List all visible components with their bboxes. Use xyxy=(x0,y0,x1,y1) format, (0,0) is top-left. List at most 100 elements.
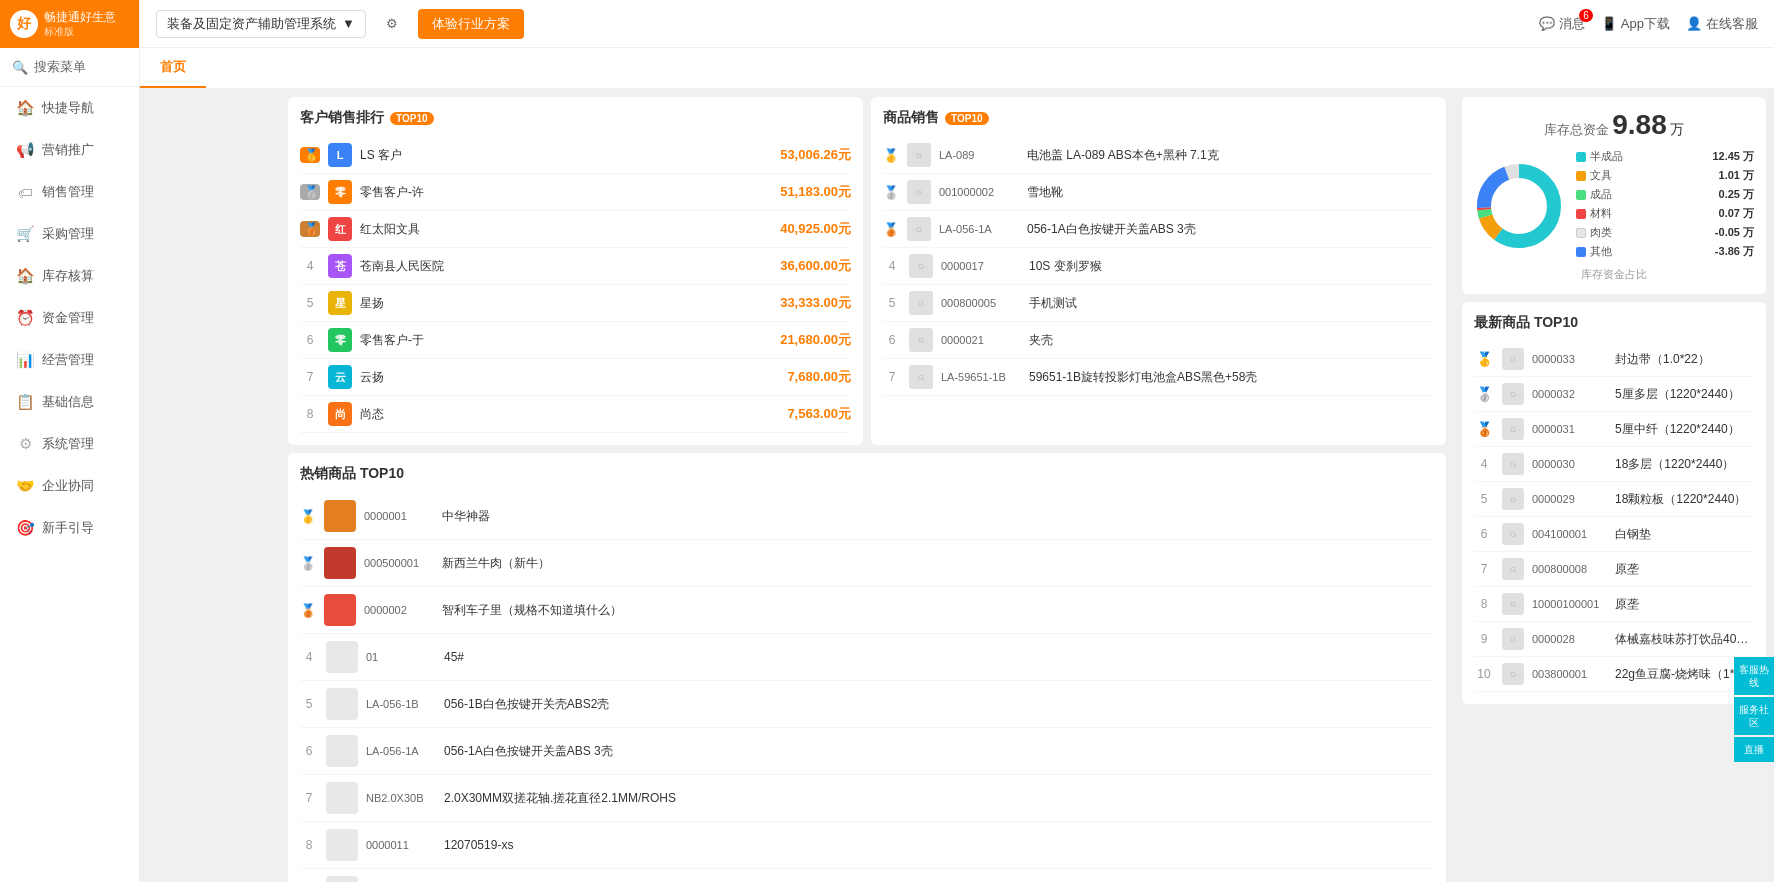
legend-dot-4 xyxy=(1576,209,1586,219)
message-button[interactable]: 💬 消息 6 xyxy=(1539,15,1585,33)
product-rank-1: 🥇 xyxy=(883,148,899,163)
rank-num-2: 🥈 xyxy=(300,184,320,200)
product-row-7: 7 G LA-59651-1B 59651-1B旋转投影灯电池盒ABS黑色+58… xyxy=(883,359,1434,396)
sales-ranking-card: 客户销售排行 TOP10 🥇 L LS 客户 53,006.26元 🥈 零 xyxy=(288,97,863,445)
sidebar-nav: 🏠 快捷导航 📢 营销推广 🏷 销售管理 🛒 采购管理 🏠 库存核算 ⏰ 资金管… xyxy=(0,87,139,882)
rank-num-7: 7 xyxy=(300,370,320,384)
legend-label-3: 成品 xyxy=(1590,187,1719,202)
legend-value-6: -3.86 万 xyxy=(1715,244,1754,259)
legend-value-2: 1.01 万 xyxy=(1719,168,1754,183)
sidebar-item-label: 营销推广 xyxy=(42,141,94,159)
service-community-button[interactable]: 服务社区 xyxy=(1734,697,1774,735)
hot-products-title: 热销商品 TOP10 xyxy=(300,465,1434,483)
product-row-5: 5 G 000800005 手机测试 xyxy=(883,285,1434,322)
rank-row-7: 7 云 云扬 7,680.00元 xyxy=(300,359,851,396)
inventory-donut-chart xyxy=(1474,161,1564,251)
new-img-10: G xyxy=(1502,663,1524,685)
hot-name-3: 智利车子里（规格不知道填什么） xyxy=(442,602,1434,619)
new-img-8: G xyxy=(1502,593,1524,615)
hot-rank-5: 5 xyxy=(300,697,318,711)
hot-thumb-1 xyxy=(324,500,356,532)
rank-row-8: 8 尚 尚态 7,563.00元 xyxy=(300,396,851,433)
try-button[interactable]: 体验行业方案 xyxy=(418,9,524,39)
sidebar-item-label: 销售管理 xyxy=(42,183,94,201)
legend-item-1: 半成品 12.45 万 xyxy=(1576,149,1754,164)
rank-row-2: 🥈 零 零售客户-许 51,183.00元 xyxy=(300,174,851,211)
new-code-5: 0000029 xyxy=(1532,493,1607,505)
product-code-5: 000800005 xyxy=(941,297,1021,309)
online-service-button[interactable]: 👤 在线客服 xyxy=(1686,15,1758,33)
sidebar-item-inventory[interactable]: 🏠 库存核算 xyxy=(0,255,139,297)
product-rank-6: 6 xyxy=(883,333,901,347)
rank-name-2: 零售客户-许 xyxy=(360,184,772,201)
hot-name-6: 056-1A白色按键开关盖ABS 3壳 xyxy=(444,743,1434,760)
new-rank-8: 8 xyxy=(1474,597,1494,611)
hot-name-2: 新西兰牛肉（新牛） xyxy=(442,555,1434,572)
sidebar-item-guide[interactable]: 🎯 新手引导 xyxy=(0,507,139,549)
hot-rank-6: 6 xyxy=(300,744,318,758)
sidebar-item-finance[interactable]: ⏰ 资金管理 xyxy=(0,297,139,339)
legend-dot-6 xyxy=(1576,247,1586,257)
legend-dot-2 xyxy=(1576,171,1586,181)
hot-thumb-7 xyxy=(326,782,358,814)
product-sales-list: 🥇 G LA-089 电池盖 LA-089 ABS本色+黑种 7.1克 🥈 G … xyxy=(883,137,1434,396)
product-name-6: 夹壳 xyxy=(1029,332,1434,349)
rank-num-8: 8 xyxy=(300,407,320,421)
hot-thumb-4 xyxy=(326,641,358,673)
sidebar-item-marketing[interactable]: 📢 营销推广 xyxy=(0,129,139,171)
sidebar-item-sales[interactable]: 🏷 销售管理 xyxy=(0,171,139,213)
new-img-6: G xyxy=(1502,523,1524,545)
operations-icon: 📊 xyxy=(16,351,34,369)
sidebar-item-label: 企业协同 xyxy=(42,477,94,495)
rank-avatar-3: 红 xyxy=(328,217,352,241)
logo-text: 畅捷通好生意 xyxy=(44,10,116,26)
customer-service-button[interactable]: 客服热线 xyxy=(1734,657,1774,695)
settings-button[interactable]: ⚙ xyxy=(378,10,406,38)
hot-code-8: 0000011 xyxy=(366,839,436,851)
sidebar-item-label: 采购管理 xyxy=(42,225,94,243)
system-selector[interactable]: 装备及固定资产辅助管理系统 ▼ xyxy=(156,10,366,38)
new-products-card: 最新商品 TOP10 🥇 G 0000033 封边带（1.0*22） 🥈 G 0… xyxy=(1462,302,1766,704)
new-product-row-1: 🥇 G 0000033 封边带（1.0*22） xyxy=(1474,342,1754,377)
new-name-5: 18颗粒板（1220*2440） xyxy=(1615,491,1754,508)
marketing-icon: 📢 xyxy=(16,141,34,159)
rank-amount-2: 51,183.00元 xyxy=(780,183,851,201)
hot-thumb-3 xyxy=(324,594,356,626)
rank-name-7: 云扬 xyxy=(360,369,779,386)
app-download-button[interactable]: 📱 App下载 xyxy=(1601,15,1670,33)
sidebar-item-home[interactable]: 🏠 快捷导航 xyxy=(0,87,139,129)
rank-avatar-8: 尚 xyxy=(328,402,352,426)
product-code-7: LA-59651-1B xyxy=(941,371,1021,383)
sidebar-item-label: 快捷导航 xyxy=(42,99,94,117)
legend-item-5: 肉类 -0.05 万 xyxy=(1576,225,1754,240)
sidebar-item-label: 新手引导 xyxy=(42,519,94,537)
sidebar-item-basic-info[interactable]: 📋 基础信息 xyxy=(0,381,139,423)
inventory-footer: 库存资金占比 xyxy=(1474,267,1754,282)
system-name: 装备及固定资产辅助管理系统 xyxy=(167,15,336,33)
sidebar-item-enterprise[interactable]: 🤝 企业协同 xyxy=(0,465,139,507)
product-img-7: G xyxy=(909,365,933,389)
sidebar-item-purchase[interactable]: 🛒 采购管理 xyxy=(0,213,139,255)
new-code-3: 0000031 xyxy=(1532,423,1607,435)
tab-home[interactable]: 首页 xyxy=(140,48,206,88)
live-broadcast-button[interactable]: 直播 xyxy=(1734,737,1774,762)
chevron-down-icon: ▼ xyxy=(342,16,355,31)
mobile-icon: 📱 xyxy=(1601,16,1617,31)
sidebar-logo: 好 畅捷通好生意 标准版 xyxy=(0,0,139,48)
product-row-4: 4 G 0000017 10S 变刹罗猴 xyxy=(883,248,1434,285)
new-name-9: 体械嘉枝味苏打饮品400毫升（1*15） xyxy=(1615,631,1754,648)
hot-product-row-8: 8 0000011 12070519-xs xyxy=(300,822,1434,869)
search-menu-button[interactable]: 🔍 搜索菜单 xyxy=(12,58,127,76)
legend-dot-1 xyxy=(1576,152,1586,162)
message-icon: 💬 xyxy=(1539,16,1555,31)
product-name-4: 10S 变刹罗猴 xyxy=(1029,258,1434,275)
sidebar-item-system[interactable]: ⚙ 系统管理 xyxy=(0,423,139,465)
product-rank-7: 7 xyxy=(883,370,901,384)
product-img-3: G xyxy=(907,217,931,241)
hot-product-row-6: 6 LA-056-1A 056-1A白色按键开关盖ABS 3壳 xyxy=(300,728,1434,775)
sidebar-search[interactable]: 🔍 搜索菜单 xyxy=(0,48,139,87)
legend-item-4: 材料 0.07 万 xyxy=(1576,206,1754,221)
new-img-2: G xyxy=(1502,383,1524,405)
sidebar-item-operations[interactable]: 📊 经营管理 xyxy=(0,339,139,381)
product-img-6: G xyxy=(909,328,933,352)
